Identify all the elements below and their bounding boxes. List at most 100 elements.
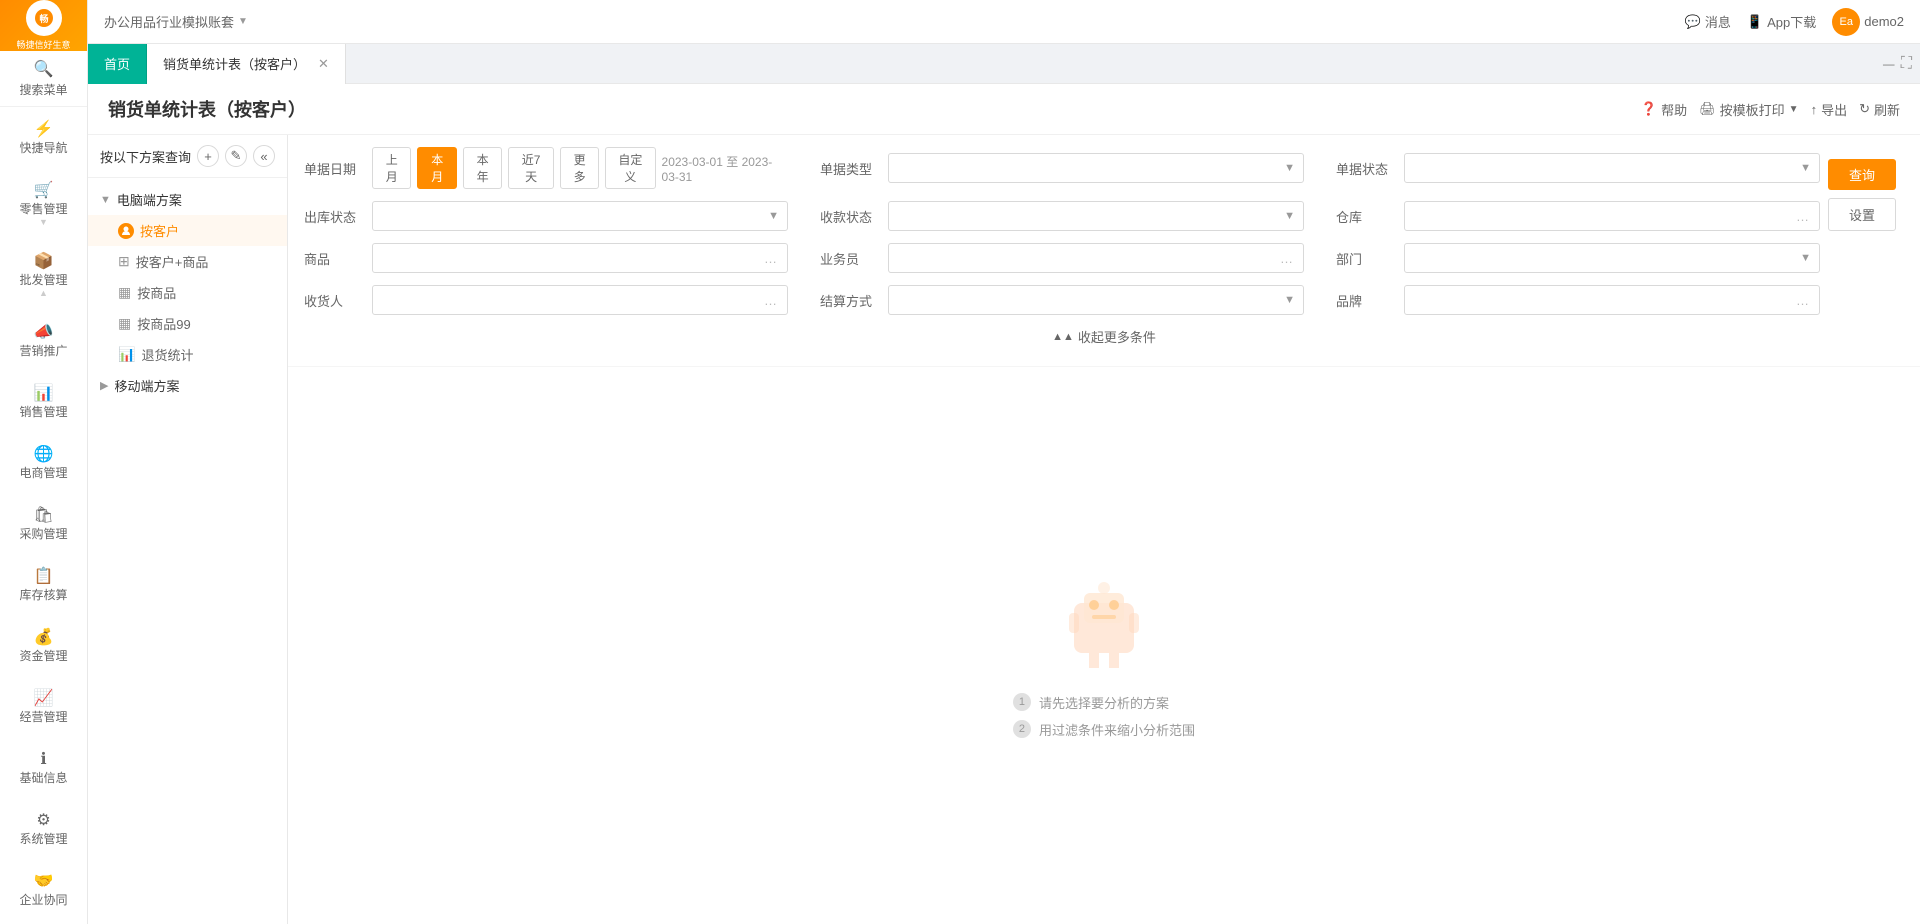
sidebar-item-shortcuts[interactable]: ⚡ 快捷导航 [0, 107, 87, 168]
sidebar-item-inventory[interactable]: 📋 库存核算 [0, 554, 87, 615]
header-actions: ❓ 帮助 🖨 按模板打印 ▼ ↑ 导出 ↻ 刷新 [1641, 100, 1900, 119]
filter-main-rows: 单据日期 上月 本月 本年 近7天 更多 自定义 2023-03-01 至 20… [304, 147, 1820, 315]
wholesale-arrow: ▲ [39, 288, 48, 298]
settings-btn[interactable]: 设置 [1828, 198, 1896, 231]
collapse-up-icon: ▲▲ [1052, 331, 1074, 343]
edit-scheme-btn[interactable]: ✎ [225, 145, 247, 167]
tab-sales-stat-close[interactable]: ✕ [318, 56, 329, 72]
sidebar-item-sales[interactable]: 📊 销售管理 [0, 371, 87, 432]
sidebar-item-finance[interactable]: 💰 资金管理 [0, 615, 87, 676]
export-label: 导出 [1821, 100, 1847, 119]
sales-label: 销售管理 [19, 403, 67, 420]
main-area: 办公用品行业模拟账套 ▼ 💬 消息 📱 App下载 Ea demo2 首页 销货… [88, 0, 1920, 924]
app-download-btn[interactable]: 📱 App下载 [1747, 12, 1816, 31]
tree-group-pc-label[interactable]: ▼ 电脑端方案 [88, 184, 287, 215]
date-more-btn[interactable]: 更多 [560, 147, 599, 189]
salesperson-filter-item: 业务员 … [820, 243, 1304, 273]
logo-icon: 畅 [26, 0, 62, 36]
help-btn[interactable]: ❓ 帮助 [1641, 100, 1687, 119]
tree-group-mobile-label[interactable]: ▶ 移动端方案 [88, 370, 287, 401]
add-scheme-btn[interactable]: + [197, 145, 219, 167]
scheme-item-return-stat[interactable]: 📊 退货统计 [88, 339, 287, 370]
account-dropdown[interactable]: 办公用品行业模拟账套 ▼ [104, 12, 248, 31]
tip-1-text: 请先选择要分析的方案 [1039, 693, 1169, 712]
sidebar-item-ops[interactable]: 📈 经营管理 [0, 676, 87, 737]
doc-status-select[interactable]: ▼ [1404, 153, 1820, 183]
settlement-select[interactable]: ▼ [888, 285, 1304, 315]
scheme-item-by-goods-99[interactable]: ▦ 按商品99 [88, 308, 287, 339]
tip-2-text: 用过滤条件来缩小分析范围 [1039, 720, 1195, 739]
by-customer-icon [118, 223, 134, 239]
doc-status-chevron-icon: ▼ [1800, 162, 1811, 174]
settlement-label: 结算方式 [820, 291, 880, 310]
print-label: 按模板打印 [1720, 100, 1785, 119]
ops-label: 经营管理 [19, 708, 67, 725]
scheme-item-by-goods[interactable]: ▦ 按商品 [88, 277, 287, 308]
svg-text:畅: 畅 [39, 13, 48, 24]
sidebar-item-purchase[interactable]: 🛍 采购管理 [0, 493, 87, 554]
marketing-icon: 📣 [34, 322, 54, 342]
scheme-panel-header: 按以下方案查询 + ✎ « [88, 135, 287, 178]
retail-icon: 🛒 [34, 180, 54, 200]
tab-maximize-icon[interactable]: ⛶ [1901, 55, 1912, 73]
sidebar-item-marketing[interactable]: 📣 营销推广 [0, 310, 87, 371]
out-status-select[interactable]: ▼ [372, 201, 788, 231]
salesperson-select[interactable]: … [888, 243, 1304, 273]
date-this-month-btn[interactable]: 本月 [417, 147, 456, 189]
print-btn[interactable]: 🖨 按模板打印 ▼ [1699, 100, 1798, 119]
receive-status-select[interactable]: ▼ [888, 201, 1304, 231]
brand-select[interactable]: … [1404, 285, 1820, 315]
collapse-icon: « [260, 149, 267, 164]
user-menu[interactable]: Ea demo2 [1832, 8, 1904, 36]
sidebar-item-newbie[interactable]: 🎯 新手引导 [0, 920, 87, 924]
tabbar: 首页 销货单统计表（按客户） ✕ － ⛶ [88, 44, 1920, 84]
out-status-chevron-icon: ▼ [768, 210, 779, 222]
scheme-item-by-customer-goods[interactable]: ⊞ 按客户+商品 [88, 246, 287, 277]
query-btn[interactable]: 查询 [1828, 159, 1896, 190]
collapse-conditions-btn[interactable]: ▲▲ 收起更多条件 [1044, 319, 1164, 354]
sidebar-item-system[interactable]: ⚙ 系统管理 [0, 798, 87, 859]
message-btn[interactable]: 💬 消息 [1685, 12, 1731, 31]
export-btn[interactable]: ↑ 导出 [1811, 100, 1848, 119]
sidebar-search-item[interactable]: 🔍 搜索菜单 [0, 51, 87, 107]
receiver-select[interactable]: … [372, 285, 788, 315]
refresh-btn[interactable]: ↻ 刷新 [1859, 100, 1900, 119]
print-chevron-icon: ▼ [1789, 104, 1799, 115]
brand-dots-icon: … [1796, 293, 1811, 308]
sidebar-item-wholesale[interactable]: 📦 批发管理 ▲ [0, 239, 87, 310]
tree-group-pc-chevron: ▼ [100, 194, 111, 206]
warehouse-select[interactable]: … [1404, 201, 1820, 231]
date-last-7-days-btn[interactable]: 近7天 [508, 147, 553, 189]
tab-minimize-icon[interactable]: － [1881, 52, 1897, 76]
date-this-year-btn[interactable]: 本年 [463, 147, 502, 189]
action-buttons: 查询 设置 [1820, 147, 1904, 243]
collapse-scheme-btn[interactable]: « [253, 145, 275, 167]
date-range-display: 2023-03-01 至 2023-03-31 [662, 153, 788, 184]
tree-group-pc: ▼ 电脑端方案 按客户 ⊞ 按客户+商品 [88, 184, 287, 370]
department-select[interactable]: ▼ [1404, 243, 1820, 273]
scheme-item-by-customer-label: 按客户 [140, 221, 179, 240]
date-custom-btn[interactable]: 自定义 [605, 147, 655, 189]
sidebar-item-ecommerce[interactable]: 🌐 电商管理 [0, 432, 87, 493]
add-icon: + [204, 149, 212, 164]
help-label: 帮助 [1661, 100, 1687, 119]
tree-group-mobile: ▶ 移动端方案 [88, 370, 287, 401]
sidebar-item-enterprise[interactable]: 🤝 企业协同 [0, 859, 87, 920]
sidebar-item-retail[interactable]: 🛒 零售管理 ▼ [0, 168, 87, 239]
empty-tip-2: 2 用过滤条件来缩小分析范围 [1013, 720, 1195, 739]
print-icon: 🖨 [1699, 101, 1716, 117]
date-last-month-btn[interactable]: 上月 [372, 147, 411, 189]
out-status-filter-item: 出库状态 ▼ [304, 201, 788, 231]
marketing-label: 营销推广 [19, 342, 67, 359]
goods-select[interactable]: … [372, 243, 788, 273]
sidebar-item-basic[interactable]: ℹ 基础信息 [0, 737, 87, 798]
tab-sales-stat[interactable]: 销货单统计表（按客户） ✕ [147, 44, 346, 84]
retail-arrow: ▼ [39, 217, 48, 227]
empty-tip-1: 1 请先选择要分析的方案 [1013, 693, 1195, 712]
doc-type-select[interactable]: ▼ [888, 153, 1304, 183]
refresh-label: 刷新 [1874, 100, 1900, 119]
tab-home[interactable]: 首页 [88, 44, 147, 84]
scheme-item-by-customer[interactable]: 按客户 [88, 215, 287, 246]
message-label: 消息 [1705, 12, 1731, 31]
department-filter-item: 部门 ▼ [1336, 243, 1820, 273]
